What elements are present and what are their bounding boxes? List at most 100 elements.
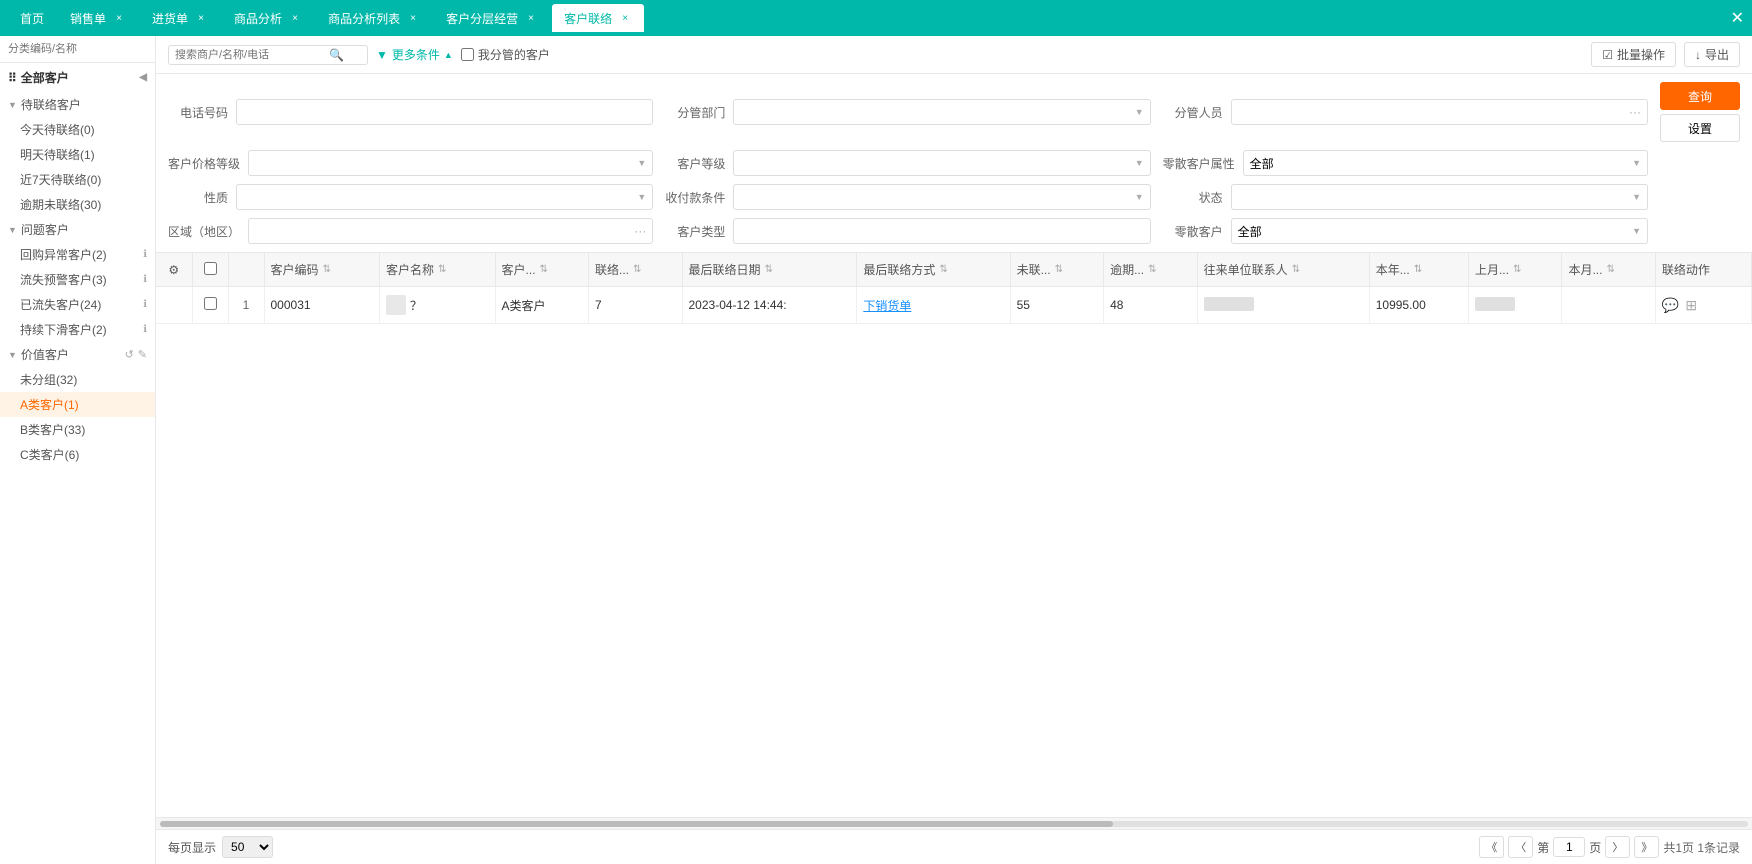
payment-select[interactable]: ▼ [733, 184, 1150, 210]
settings-button[interactable]: 设置 [1660, 114, 1740, 142]
sidebar-item-未分组[interactable]: 未分组(32) [0, 367, 155, 392]
row-company-contact-cell [1197, 287, 1369, 324]
sidebar-item-B类客户[interactable]: B类客户(33) [0, 417, 155, 442]
window-close-button[interactable]: ✕ [1731, 8, 1744, 28]
nav-tab-goods-analysis-list[interactable]: 商品分析列表× [316, 4, 432, 32]
sidebar-item-流失预警客户[interactable]: 流失预警客户(3)ℹ [0, 267, 155, 292]
query-button[interactable]: 查询 [1660, 82, 1740, 110]
filter-row-2: 客户价格等级 ▼ 客户等级 ▼ 零散客户属性 全部▼ [168, 150, 1740, 176]
my-customers-check[interactable] [461, 48, 474, 61]
sidebar-item-今天待联络[interactable]: 今天待联络(0) [0, 117, 155, 142]
all-customers-header[interactable]: ⠿ 全部客户 ◀ [0, 63, 155, 92]
sidebar-item-A类客户[interactable]: A类客户(1) [0, 392, 155, 417]
nav-tab-sales[interactable]: 销售单× [58, 4, 138, 32]
first-page-button[interactable]: 《 [1479, 836, 1504, 858]
contact-sort-icon: ⇅ [633, 264, 641, 275]
page-size-select[interactable]: 10 20 50 100 [222, 836, 273, 858]
col-contact-header[interactable]: 联络...⇅ [589, 253, 682, 287]
next-page-button[interactable]: 〉 [1605, 836, 1630, 858]
col-this-year-header[interactable]: 本年...⇅ [1369, 253, 1468, 287]
col-action-header: 联络动作 [1655, 253, 1751, 287]
more-action-icon[interactable]: ⊞ [1685, 297, 1697, 314]
prev-page-button[interactable]: 〈 [1508, 836, 1533, 858]
sidebar-item-持续下滑客户[interactable]: 持续下滑客户(2)ℹ [0, 317, 155, 342]
scatter-attr-select[interactable]: 全部▼ [1243, 150, 1648, 176]
select-all-checkbox[interactable] [204, 262, 217, 275]
sidebar-item-近7天待联络[interactable]: 近7天待联络(0) [0, 167, 155, 192]
sidebar-item-逾期未联络[interactable]: 逾期未联络(30) [0, 192, 155, 217]
nav-tab-purchase[interactable]: 进货单× [140, 4, 220, 32]
col-this-month-header[interactable]: 本月...⇅ [1562, 253, 1655, 287]
filter-search-icon[interactable]: 🔍 [329, 48, 344, 62]
nav-tab-customer-segment[interactable]: 客户分层经营× [434, 4, 550, 32]
last-date-sort-icon: ⇅ [765, 264, 773, 275]
page-input[interactable] [1553, 837, 1585, 857]
info-icon: ℹ [143, 274, 147, 285]
nav-tab-close-customer-contact[interactable]: × [618, 11, 632, 25]
nav-tab-customer-contact[interactable]: 客户联络× [552, 4, 644, 32]
nav-tab-close-goods-analysis-list[interactable]: × [406, 11, 420, 25]
col-name-header[interactable]: 客户名称⇅ [380, 253, 496, 287]
sidebar-item-C类客户[interactable]: C类客户(6) [0, 442, 155, 467]
customer-level-select[interactable]: ▼ [733, 150, 1150, 176]
col-last-month-header[interactable]: 上月...⇅ [1468, 253, 1561, 287]
last-month-sort-icon: ⇅ [1513, 264, 1521, 275]
row-checkbox-cell[interactable] [192, 287, 228, 324]
row-name-cell: ？ [380, 287, 496, 324]
price-level-label: 客户价格等级 [168, 155, 240, 172]
price-level-select[interactable]: ▼ [248, 150, 653, 176]
scrollbar-thumb[interactable] [160, 821, 1113, 827]
my-customers-checkbox[interactable]: 我分管的客户 [461, 46, 550, 63]
col-last-contact-date-header[interactable]: 最后联络日期⇅ [682, 253, 857, 287]
filter-search-input[interactable] [175, 49, 325, 61]
export-button[interactable]: ↓ 导出 [1684, 42, 1740, 67]
nature-select[interactable]: ▼ [236, 184, 653, 210]
col-company-contact-header[interactable]: 往来单位联系人⇅ [1197, 253, 1369, 287]
pagination-bar: 每页显示 10 20 50 100 《 〈 第 页 〉 》 共1页 1条记录 [156, 829, 1752, 864]
filter-search-box[interactable]: 🔍 [168, 45, 368, 65]
col-no-contact-header[interactable]: 未联...⇅ [1010, 253, 1103, 287]
col-checkbox-header[interactable] [192, 253, 228, 287]
col-settings-header[interactable]: ⚙ [156, 253, 192, 287]
status-select[interactable]: ▼ [1231, 184, 1648, 210]
nav-tab-close-goods-analysis[interactable]: × [288, 11, 302, 25]
region-input[interactable]: ··· [248, 218, 653, 244]
edit-icon[interactable]: ✎ [138, 348, 147, 361]
manager-input[interactable]: ··· [1231, 99, 1648, 125]
last-method-link[interactable]: 下销货单 [863, 299, 911, 313]
filter-more-btn[interactable]: ▼ 更多条件 ▲ [376, 46, 453, 63]
message-action-icon[interactable]: 💬 [1662, 297, 1679, 314]
nature-field: 性质 ▼ [168, 184, 653, 210]
dept-select[interactable]: ▼ [733, 99, 1150, 125]
col-type-header[interactable]: 客户...⇅ [495, 253, 588, 287]
row-last-method-cell[interactable]: 下销货单 [857, 287, 1010, 324]
nav-tab-close-sales[interactable]: × [112, 11, 126, 25]
nav-tab-home[interactable]: 首页 [8, 4, 56, 32]
sidebar-group-value-customers[interactable]: ▼价值客户 ↺✎ [0, 342, 155, 367]
nav-tab-close-customer-segment[interactable]: × [524, 11, 538, 25]
sidebar-item-明天待联络[interactable]: 明天待联络(1) [0, 142, 155, 167]
col-code-header[interactable]: 客户编码⇅ [264, 253, 380, 287]
row-type-cell: A类客户 [495, 287, 588, 324]
sidebar-item-回购异常客户[interactable]: 回购异常客户(2)ℹ [0, 242, 155, 267]
horizontal-scrollbar[interactable] [156, 817, 1752, 829]
page-label: 第 [1537, 839, 1549, 856]
last-page-button[interactable]: 》 [1634, 836, 1659, 858]
sidebar-item-label: C类客户(6) [20, 446, 147, 463]
col-overdue-header[interactable]: 逾期...⇅ [1104, 253, 1197, 287]
sidebar-collapse-btn[interactable]: ◀ [139, 72, 147, 83]
customer-type-input[interactable] [733, 218, 1150, 244]
col-last-contact-method-header[interactable]: 最后联络方式⇅ [857, 253, 1010, 287]
row-checkbox[interactable] [204, 297, 217, 310]
col-no-header [228, 253, 264, 287]
sidebar-group-pending-contact[interactable]: ▼待联络客户 [0, 92, 155, 117]
batch-op-button[interactable]: ☑ 批量操作 [1591, 42, 1676, 67]
phone-input[interactable] [236, 99, 653, 125]
sidebar-search-input[interactable] [8, 43, 150, 55]
sidebar-item-已流失客户[interactable]: 已流失客户(24)ℹ [0, 292, 155, 317]
scatter-customer-select[interactable]: 全部▼ [1231, 218, 1648, 244]
nav-tab-close-purchase[interactable]: × [194, 11, 208, 25]
nav-tab-goods-analysis[interactable]: 商品分析× [222, 4, 314, 32]
sidebar-group-problem-customers[interactable]: ▼问题客户 [0, 217, 155, 242]
refresh-icon[interactable]: ↺ [125, 348, 134, 361]
